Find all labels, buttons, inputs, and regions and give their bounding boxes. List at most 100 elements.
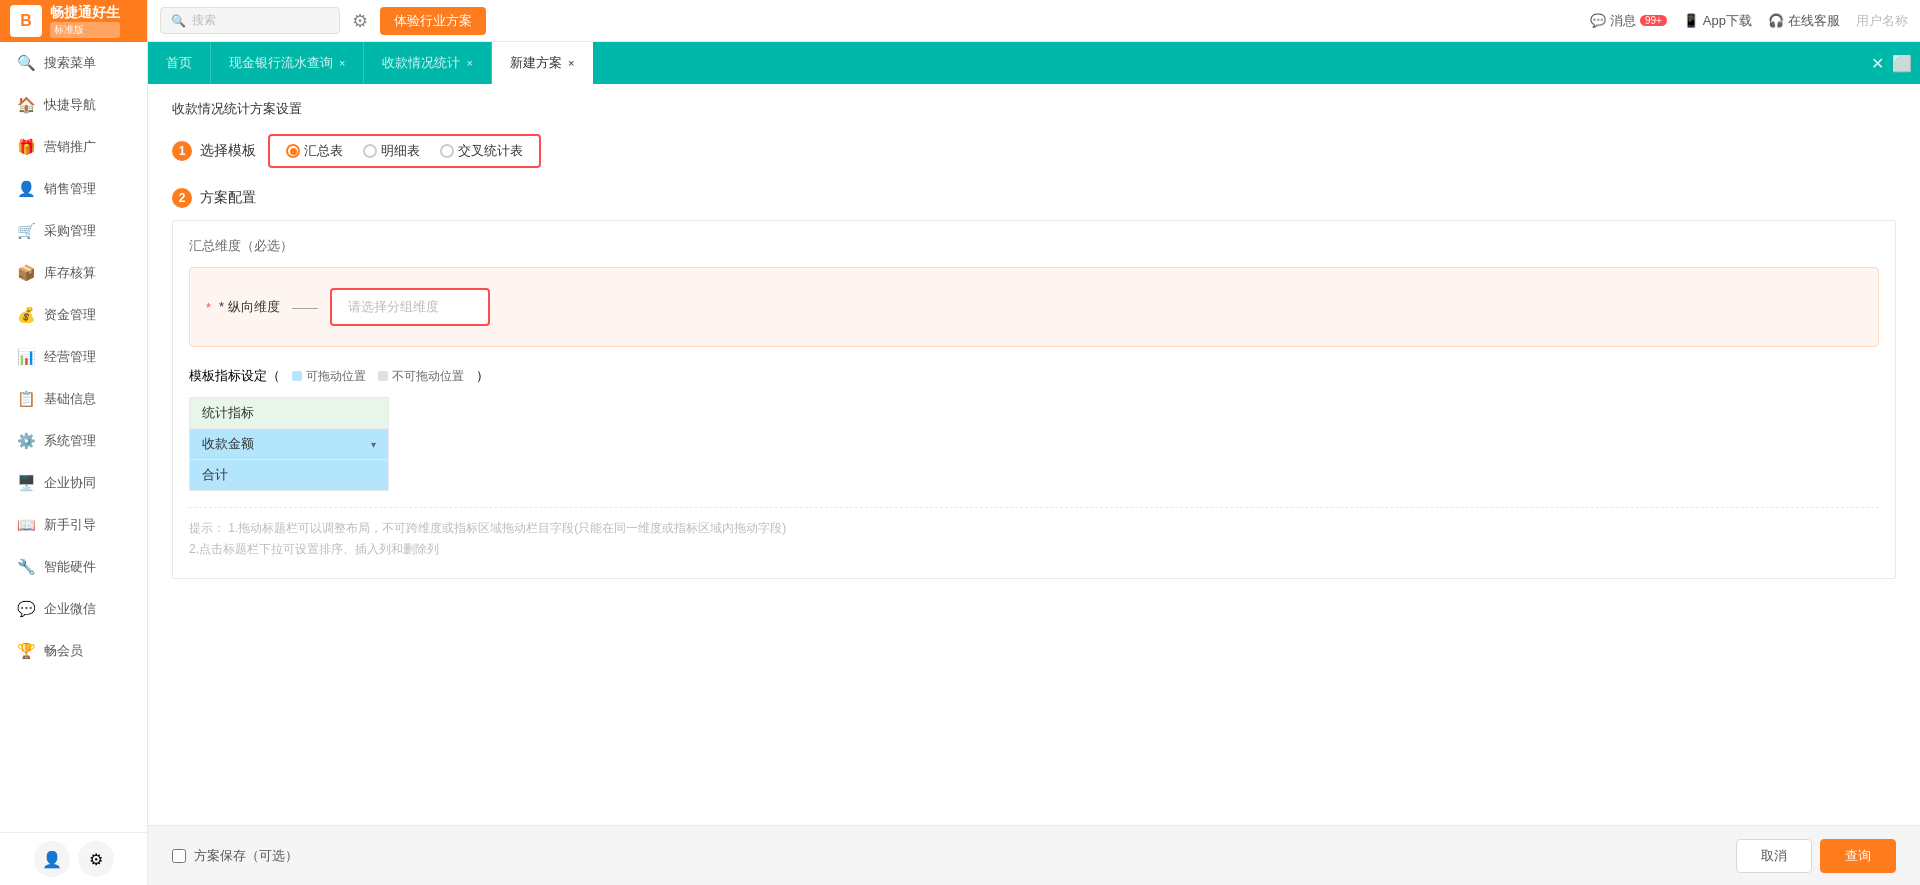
radio-summary-dot [290, 148, 297, 155]
metrics-col-value: 合计 [190, 459, 388, 490]
radio-detail[interactable]: 明细表 [363, 142, 420, 160]
dimension-selector-placeholder: 请选择分组维度 [348, 299, 439, 314]
metrics-col-header[interactable]: 收款金额 ▾ [190, 428, 388, 459]
maximize-window-icon[interactable]: ⬜ [1892, 54, 1912, 73]
step2-label: 方案配置 [200, 189, 256, 207]
radio-summary-label: 汇总表 [304, 142, 343, 160]
notification-badge: 99+ [1640, 15, 1667, 26]
sidebar-item-guide[interactable]: 📖新手引导 [0, 504, 147, 546]
sidebar-menu: 🔍 搜索菜单 🏠快捷导航 🎁 营销推广 👤销售管理🛒采购管理📦库存核算💰资金管理 📊 经营管理… [0, 42, 147, 832]
dimension-required-star: * [206, 300, 211, 315]
tips-section: 提示： 1.拖动标题栏可以调整布局，不可跨维度或指标区域拖动栏目字段(只能在同一… [189, 507, 1879, 558]
sidebar-item-search-menu[interactable]: 🔍 搜索菜单 [0, 42, 147, 84]
close-window-icon[interactable]: ✕ [1871, 54, 1884, 73]
sidebar-item-system[interactable]: ⚙️ 系统管理 [0, 420, 147, 462]
user-info[interactable]: 用户名称 [1856, 12, 1908, 30]
tab-home[interactable]: 首页 [148, 42, 211, 84]
tab-new-plan-close[interactable]: × [568, 57, 574, 69]
sidebar-bottom: 👤 ⚙ [0, 832, 147, 885]
user-name: 用户名称 [1856, 12, 1908, 30]
sidebar-bottom-btn-1[interactable]: 👤 [34, 841, 70, 877]
radio-cross[interactable]: 交叉统计表 [440, 142, 523, 160]
sidebar-icon-marketing: 🎁 [16, 138, 36, 156]
legend-movable: 可拖动位置 [292, 368, 366, 385]
sidebar-label-wechat: 企业微信 [44, 600, 96, 618]
sidebar-label-sales: 销售管理 [44, 180, 96, 198]
sidebar-item-purchase[interactable]: 🛒采购管理 [0, 210, 147, 252]
radio-detail-label: 明细表 [381, 142, 420, 160]
notification-item[interactable]: 💬 消息 99+ [1590, 12, 1667, 30]
radio-summary[interactable]: 汇总表 [286, 142, 343, 160]
sidebar-icon-search-menu: 🔍 [16, 54, 36, 72]
sidebar-label-operations: 经营管理 [44, 348, 96, 366]
notification-label: 消息 [1610, 12, 1636, 30]
sidebar-label-system: 系统管理 [44, 432, 96, 450]
search-icon: 🔍 [171, 14, 186, 28]
tab-payment-stats-label: 收款情况统计 [382, 54, 460, 72]
logo-badge: 标准版 [50, 22, 120, 38]
content-area: 收款情况统计方案设置 1 选择模板 汇总表 [148, 84, 1920, 885]
tip-line-1: 提示： 1.拖动标题栏可以调整布局，不可跨维度或指标区域拖动栏目字段(只能在同一… [189, 520, 1879, 537]
fixed-legend-dot [378, 371, 388, 381]
metrics-col-header-label: 收款金额 [202, 435, 254, 453]
metrics-table: 统计指标 收款金额 ▾ 合计 [189, 397, 389, 491]
main-area: 🔍 搜索 ⚙ 体验行业方案 💬 消息 99+ 📱 App下载 🎧 在线客服 用户… [148, 0, 1920, 885]
metrics-col-chevron-icon: ▾ [371, 439, 376, 450]
sidebar-label-purchase: 采购管理 [44, 222, 96, 240]
sidebar-item-quick-nav[interactable]: 🏠快捷导航 [0, 84, 147, 126]
radio-cross-circle [440, 144, 454, 158]
tab-bank-flow[interactable]: 现金银行流水查询 × [211, 42, 364, 84]
sidebar-label-marketing: 营销推广 [44, 138, 96, 156]
topbar-search[interactable]: 🔍 搜索 [160, 7, 340, 34]
radio-detail-circle [363, 144, 377, 158]
step1-section: 1 选择模板 汇总表 明细表 [172, 134, 1896, 168]
metrics-label-text: 模板指标设定（ [189, 367, 280, 385]
settings-icon[interactable]: ⚙ [352, 10, 368, 32]
sidebar-bottom-btn-2[interactable]: ⚙ [78, 841, 114, 877]
tab-new-plan[interactable]: 新建方案 × [492, 42, 593, 84]
topbar-right: 💬 消息 99+ 📱 App下载 🎧 在线客服 用户名称 [1590, 12, 1908, 30]
template-options-box: 汇总表 明细表 交叉统计表 [268, 134, 541, 168]
sidebar-icon-enterprise: 🖥️ [16, 474, 36, 492]
step2-section: 2 方案配置 汇总维度（必选） * * 纵向维度 —— 请选择分组维度 [172, 188, 1896, 579]
dimension-key-label: * 纵向维度 [219, 298, 280, 316]
tab-payment-stats[interactable]: 收款情况统计 × [364, 42, 491, 84]
tab-new-plan-label: 新建方案 [510, 54, 562, 72]
tip-line-2: 2.点击标题栏下拉可设置排序、插入列和删除列 [189, 541, 1879, 558]
page-title: 收款情况统计方案设置 [172, 100, 1896, 118]
sidebar-label-search-menu: 搜索菜单 [44, 54, 96, 72]
cancel-button[interactable]: 取消 [1736, 839, 1812, 873]
sidebar: B 畅捷通好生 标准版 🔍搜索菜单🏠快捷导航🎁营销推广👤销售管理🛒采购管理📦库存… [0, 0, 148, 885]
confirm-button[interactable]: 查询 [1820, 839, 1896, 873]
metrics-close-paren: ） [476, 367, 489, 385]
sidebar-item-marketing[interactable]: 🎁 营销推广 [0, 126, 147, 168]
legend-fixed: 不可拖动位置 [378, 368, 464, 385]
sidebar-icon-system: ⚙️ [16, 432, 36, 450]
search-placeholder-text: 搜索 [192, 12, 216, 29]
sidebar-icon-operations: 📊 [16, 348, 36, 366]
sidebar-icon-inventory: 📦 [16, 264, 36, 282]
sidebar-item-sales[interactable]: 👤销售管理 [0, 168, 147, 210]
sidebar-item-inventory[interactable]: 📦库存核算 [0, 252, 147, 294]
sidebar-label-guide: 新手引导 [44, 516, 96, 534]
dimension-section-label: 汇总维度（必选） [189, 237, 1879, 255]
dimension-selector[interactable]: 请选择分组维度 [330, 288, 490, 326]
sidebar-item-wechat[interactable]: 💬企业微信 [0, 588, 147, 630]
sidebar-item-enterprise[interactable]: 🖥️企业协同 [0, 462, 147, 504]
tab-payment-stats-close[interactable]: × [466, 57, 472, 69]
app-logo: B 畅捷通好生 标准版 [0, 0, 147, 42]
online-service-label: 在线客服 [1788, 12, 1840, 30]
step2-header: 2 方案配置 [172, 188, 1896, 208]
trial-button[interactable]: 体验行业方案 [380, 7, 486, 35]
tab-bar: 首页 现金银行流水查询 × 收款情况统计 × 新建方案 × ✕ ⬜ [148, 42, 1920, 84]
sidebar-item-finance[interactable]: 💰资金管理 [0, 294, 147, 336]
tab-bank-flow-close[interactable]: × [339, 57, 345, 69]
sidebar-item-hardware[interactable]: 🔧智能硬件 [0, 546, 147, 588]
app-download-item[interactable]: 📱 App下载 [1683, 12, 1752, 30]
sidebar-item-basic-info[interactable]: 📋基础信息 [0, 378, 147, 420]
online-service-item[interactable]: 🎧 在线客服 [1768, 12, 1840, 30]
sidebar-item-member[interactable]: 🏆畅会员 [0, 630, 147, 672]
dimension-area: * * 纵向维度 —— 请选择分组维度 [189, 267, 1879, 347]
sidebar-item-operations[interactable]: 📊 经营管理 [0, 336, 147, 378]
save-checkbox[interactable] [172, 849, 186, 863]
